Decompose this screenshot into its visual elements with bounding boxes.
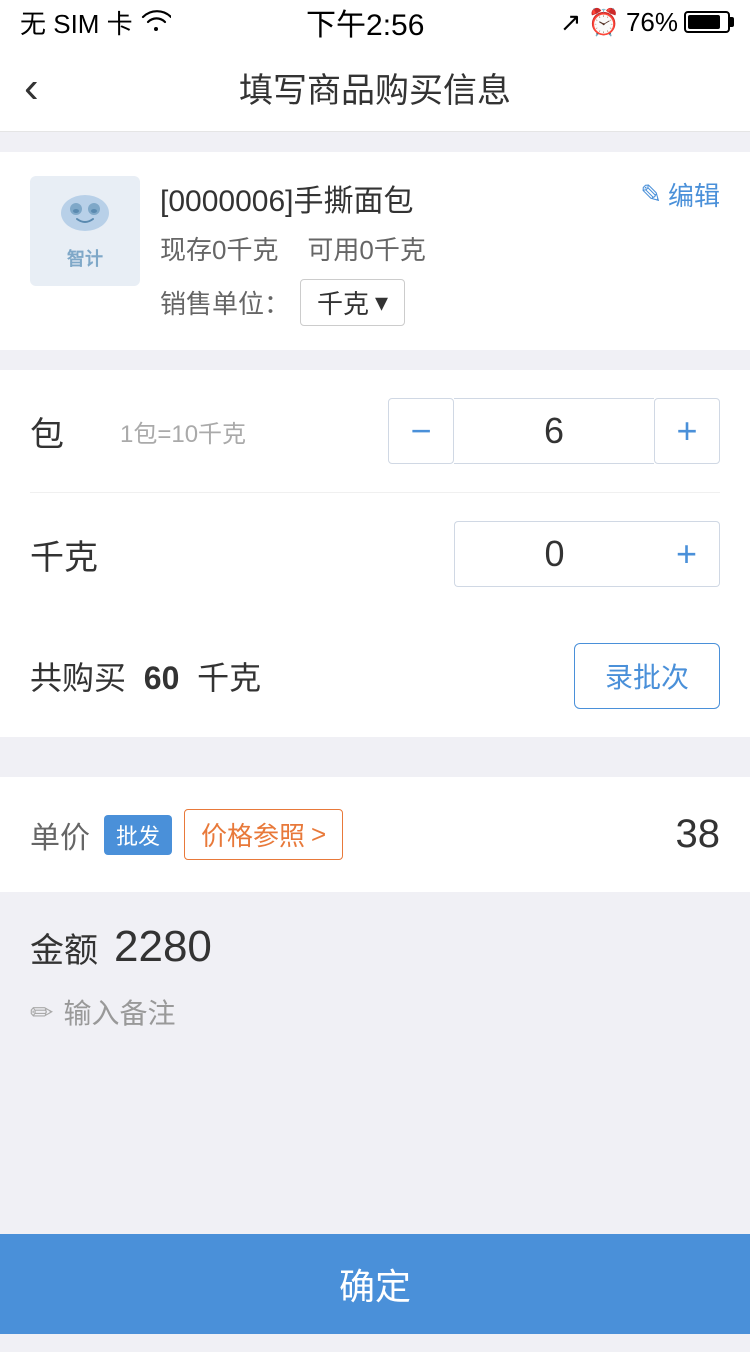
price-reference-button[interactable]: 价格参照 > <box>184 809 343 860</box>
section-divider-1 <box>0 350 750 370</box>
note-row[interactable]: ✏ 输入备注 <box>30 992 720 1052</box>
edit-icon: ✎ <box>640 179 662 210</box>
package-decrement-button[interactable]: − <box>388 398 454 464</box>
product-card: 智计 [0000006]手撕面包 现存0千克 可用0千克 销售单位： 千克 ▾ … <box>0 152 750 350</box>
battery-percent: 76% <box>626 7 678 38</box>
edit-button[interactable]: ✎ 编辑 <box>640 176 720 213</box>
total-qty: 60 <box>144 660 180 696</box>
location-icon: ↗ <box>560 7 582 38</box>
amount-value: 2280 <box>114 922 212 972</box>
price-value: 38 <box>676 812 721 857</box>
price-row: 单价 批发 价格参照 > 38 <box>30 809 720 860</box>
price-label: 单价 <box>30 813 90 857</box>
wifi-icon <box>141 7 171 38</box>
amount-row: 金额 2280 <box>30 922 720 972</box>
chevron-right-icon: > <box>311 819 326 850</box>
unit-label: 销售单位： <box>160 284 290 321</box>
amount-label: 金额 <box>30 923 98 972</box>
kg-increment-button[interactable]: + <box>654 521 720 587</box>
stock-value: 现存0千克 <box>160 235 278 265</box>
product-stock: 现存0千克 可用0千克 <box>160 230 720 267</box>
dropdown-arrow-icon: ▾ <box>375 287 388 318</box>
batch-button[interactable]: 录批次 <box>574 643 720 709</box>
kg-qty-control: + <box>454 521 720 587</box>
status-time: 下午2:56 <box>306 0 424 44</box>
package-qty-control: − + <box>388 398 720 464</box>
product-thumbnail: 智计 <box>30 176 140 286</box>
alarm-icon: ⏰ <box>588 7 620 38</box>
status-right: ↗ ⏰ 76% <box>560 7 730 38</box>
product-unit-row: 销售单位： 千克 ▾ <box>160 279 720 326</box>
kg-label: 千克 <box>30 530 110 579</box>
package-input-row: 包 1包=10千克 − + <box>30 370 720 493</box>
battery-icon <box>684 11 730 33</box>
kg-qty-input[interactable] <box>454 521 654 587</box>
section-divider-2 <box>0 737 750 757</box>
input-section: 包 1包=10千克 − + 千克 + <box>0 370 750 615</box>
back-button[interactable]: ‹ <box>24 66 39 110</box>
total-section: 共购买 60 千克 录批次 <box>0 615 750 737</box>
page-title: 填写商品购买信息 <box>239 63 511 112</box>
package-label: 包 <box>30 407 110 456</box>
note-label: 输入备注 <box>63 992 175 1032</box>
amount-section: 金额 2280 ✏ 输入备注 <box>0 892 750 1052</box>
total-text: 共购买 60 千克 <box>30 653 261 699</box>
nav-bar: ‹ 填写商品购买信息 <box>0 44 750 132</box>
kg-input-row: 千克 + <box>30 493 720 615</box>
confirm-button[interactable]: 确定 <box>339 1258 411 1310</box>
status-bar: 无 SIM 卡 下午2:56 ↗ ⏰ 76% <box>0 0 750 44</box>
package-qty-input[interactable] <box>454 398 654 464</box>
unit-select[interactable]: 千克 ▾ <box>300 279 405 326</box>
price-section: 单价 批发 价格参照 > 38 <box>0 777 750 892</box>
available-value: 可用0千克 <box>307 235 425 265</box>
package-increment-button[interactable]: + <box>654 398 720 464</box>
product-info: [0000006]手撕面包 现存0千克 可用0千克 销售单位： 千克 ▾ <box>160 176 720 326</box>
product-name: [0000006]手撕面包 <box>160 176 720 220</box>
confirm-bar[interactable]: 确定 <box>0 1234 750 1334</box>
pencil-icon: ✏ <box>30 996 53 1029</box>
status-carrier: 无 SIM 卡 <box>20 4 171 41</box>
price-type-tag: 批发 <box>104 815 172 855</box>
package-hint: 1包=10千克 <box>120 414 388 449</box>
